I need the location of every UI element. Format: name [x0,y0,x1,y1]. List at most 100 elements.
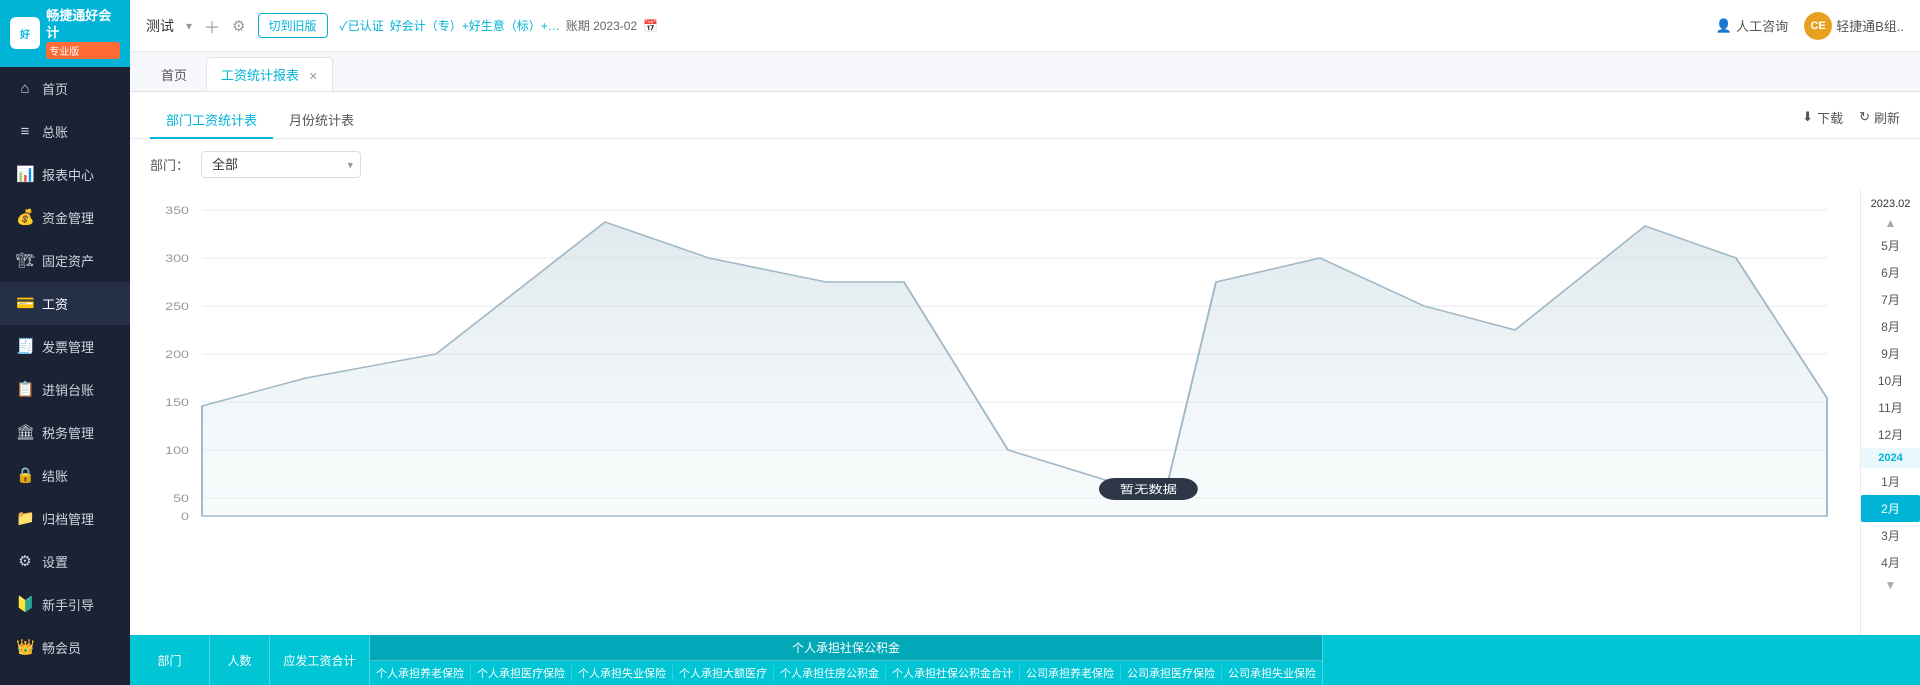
sidebar: 好 畅捷通好会计 专业版 ⌂ 首页 ≡ 总账 📊 报表中心 💰 资金管理 🏗 固… [0,0,130,685]
member-icon: 👑 [16,638,34,656]
cert-badge: ✓已认证 [340,17,384,34]
add-button[interactable]: ＋ [204,14,220,38]
date-6[interactable]: 6月 [1861,259,1920,286]
sidebar-item-archive[interactable]: 📁 归档管理 [0,497,130,540]
avatar: CE [1804,12,1832,40]
col-housing-fund: 个人承担住房公积金 [774,665,886,681]
sidebar-item-salary[interactable]: 💳 工资 [0,282,130,325]
col-dept: 部门 [130,635,210,685]
sidebar-item-home[interactable]: ⌂ 首页 [0,67,130,110]
sidebar-item-label: 税务管理 [42,423,94,442]
sidebar-item-tax[interactable]: 🏛 税务管理 [0,411,130,454]
sidebar-item-close[interactable]: 🔒 结账 [0,454,130,497]
period-badge: 账期 2023-02 [566,17,637,34]
guide-icon: 🔰 [16,595,34,613]
date-12[interactable]: 12月 [1861,421,1920,448]
subtab-monthly[interactable]: 月份统计表 [273,102,370,139]
subtab-bar: 部门工资统计表 月份统计表 ⬇ 下载 ↻ 刷新 [130,92,1920,139]
year-2024: 2024 [1861,448,1920,468]
topbar: 测试 ▾ ＋ ⚙ 切到旧版 ✓已认证 好会计（专）+好生意（标）+… 账期 20… [130,0,1920,52]
svg-text:200: 200 [165,348,189,361]
col-count: 人数 [210,635,270,685]
date-5[interactable]: 5月 [1861,232,1920,259]
table-footer: 部门 人数 应发工资合计 个人承担社保公积金 个人承担养老保险 个人承担医疗保险 [130,635,1920,685]
sidebar-nav: ⌂ 首页 ≡ 总账 📊 报表中心 💰 资金管理 🏗 固定资产 💳 工资 🧾 发票… [0,67,130,685]
sidebar-item-invoice[interactable]: 🧾 发票管理 [0,325,130,368]
subtab-actions: ⬇ 下载 ↻ 刷新 [1802,108,1900,133]
date-2024-2[interactable]: 2月 [1861,495,1920,522]
logo-text: 畅捷通好会计 专业版 [46,8,120,59]
settings-button[interactable]: ⚙ [232,17,245,35]
consult-button[interactable]: 👤 人工咨询 [1716,16,1788,35]
close-account-icon: 🔒 [16,466,34,484]
switch-version-button[interactable]: 切到旧版 [258,13,328,38]
sidebar-item-member[interactable]: 👑 畅会员 [0,626,130,669]
dept-filter-label: 部门： [150,155,189,174]
date-8[interactable]: 8月 [1861,313,1920,340]
svg-text:350: 350 [165,204,189,217]
main-area: 测试 ▾ ＋ ⚙ 切到旧版 ✓已认证 好会计（专）+好生意（标）+… 账期 20… [130,0,1920,685]
date-panel-current: 2023.02 [1865,194,1917,214]
sidebar-logo: 好 畅捷通好会计 专业版 [0,0,130,67]
tab-salary-report[interactable]: 工资统计报表 ✕ [206,57,333,91]
sidebar-item-settings[interactable]: ⚙ 设置 [0,540,130,583]
group-header-personal: 个人承担社保公积金 [370,635,1322,661]
chart-outer: 350 300 250 200 150 100 50 0 [130,190,1920,635]
sidebar-item-funds[interactable]: 💰 资金管理 [0,196,130,239]
date-nav-up[interactable]: ▲ [1883,214,1899,232]
date-11[interactable]: 11月 [1861,394,1920,421]
date-nav-down[interactable]: ▼ [1883,576,1899,594]
sidebar-item-label: 设置 [42,552,68,571]
tax-icon: 🏛 [16,423,34,441]
salary-icon: 💳 [16,294,34,312]
date-10[interactable]: 10月 [1861,367,1920,394]
svg-text:50: 50 [173,492,189,505]
svg-text:暂无数据: 暂无数据 [1120,483,1177,496]
tab-close-icon[interactable]: ✕ [309,71,318,83]
calendar-icon[interactable]: 📅 [643,19,658,33]
ledger-icon: ≡ [16,123,34,140]
reports-icon: 📊 [16,165,34,183]
sales-icon: 📋 [16,380,34,398]
date-panel: 2023.02 ▲ 5月 6月 7月 8月 9月 10月 11月 12月 202… [1860,190,1920,635]
col-total-salary: 应发工资合计 [270,635,370,685]
sidebar-item-label: 进销台账 [42,380,94,399]
date-7[interactable]: 7月 [1861,286,1920,313]
sidebar-item-label: 报表中心 [42,165,94,184]
dropdown-arrow-icon[interactable]: ▾ [186,19,192,33]
svg-text:250: 250 [165,300,189,313]
topbar-badges: ✓已认证 好会计（专）+好生意（标）+… 账期 2023-02 📅 [340,17,659,34]
date-9[interactable]: 9月 [1861,340,1920,367]
sidebar-item-ledger[interactable]: ≡ 总账 [0,110,130,153]
home-icon: ⌂ [16,80,34,97]
sidebar-item-sales[interactable]: 📋 进销台账 [0,368,130,411]
sidebar-item-label: 固定资产 [42,251,94,270]
date-2024-4[interactable]: 4月 [1861,549,1920,576]
settings-icon: ⚙ [16,552,34,570]
assets-icon: 🏗 [16,251,34,269]
date-2024-3[interactable]: 3月 [1861,522,1920,549]
consult-icon: 👤 [1716,18,1732,34]
download-button[interactable]: ⬇ 下载 [1802,108,1843,127]
svg-text:150: 150 [165,396,189,409]
col-company-old-age: 公司承担养老保险 [1020,665,1121,681]
refresh-button[interactable]: ↻ 刷新 [1859,108,1900,127]
date-2024-1[interactable]: 1月 [1861,468,1920,495]
user-menu[interactable]: CE 轻捷通B组.. [1804,12,1904,40]
sidebar-item-assets[interactable]: 🏗 固定资产 [0,239,130,282]
sidebar-item-guide[interactable]: 🔰 新手引导 [0,583,130,626]
tab-home[interactable]: 首页 [146,57,202,91]
sidebar-item-label: 结账 [42,466,68,485]
group-sub-cols: 个人承担养老保险 个人承担医疗保险 个人承担失业保险 个人承担大额医疗 个人承担… [370,661,1322,685]
sidebar-item-label: 首页 [42,79,68,98]
sidebar-item-label: 工资 [42,294,68,313]
topbar-right: 👤 人工咨询 CE 轻捷通B组.. [1716,12,1904,40]
good-badge: 好会计（专）+好生意（标）+… [390,17,560,34]
dept-select[interactable]: 全部 研发部 销售部 财务部 人事部 [201,151,361,178]
tabbar: 首页 工资统计报表 ✕ [130,52,1920,92]
subtab-dept[interactable]: 部门工资统计表 [150,102,273,139]
refresh-icon: ↻ [1859,109,1870,125]
sidebar-item-reports[interactable]: 📊 报表中心 [0,153,130,196]
col-company-unemployment: 公司承担失业保险 [1222,665,1322,681]
chart-area: 350 300 250 200 150 100 50 0 [130,190,1860,635]
